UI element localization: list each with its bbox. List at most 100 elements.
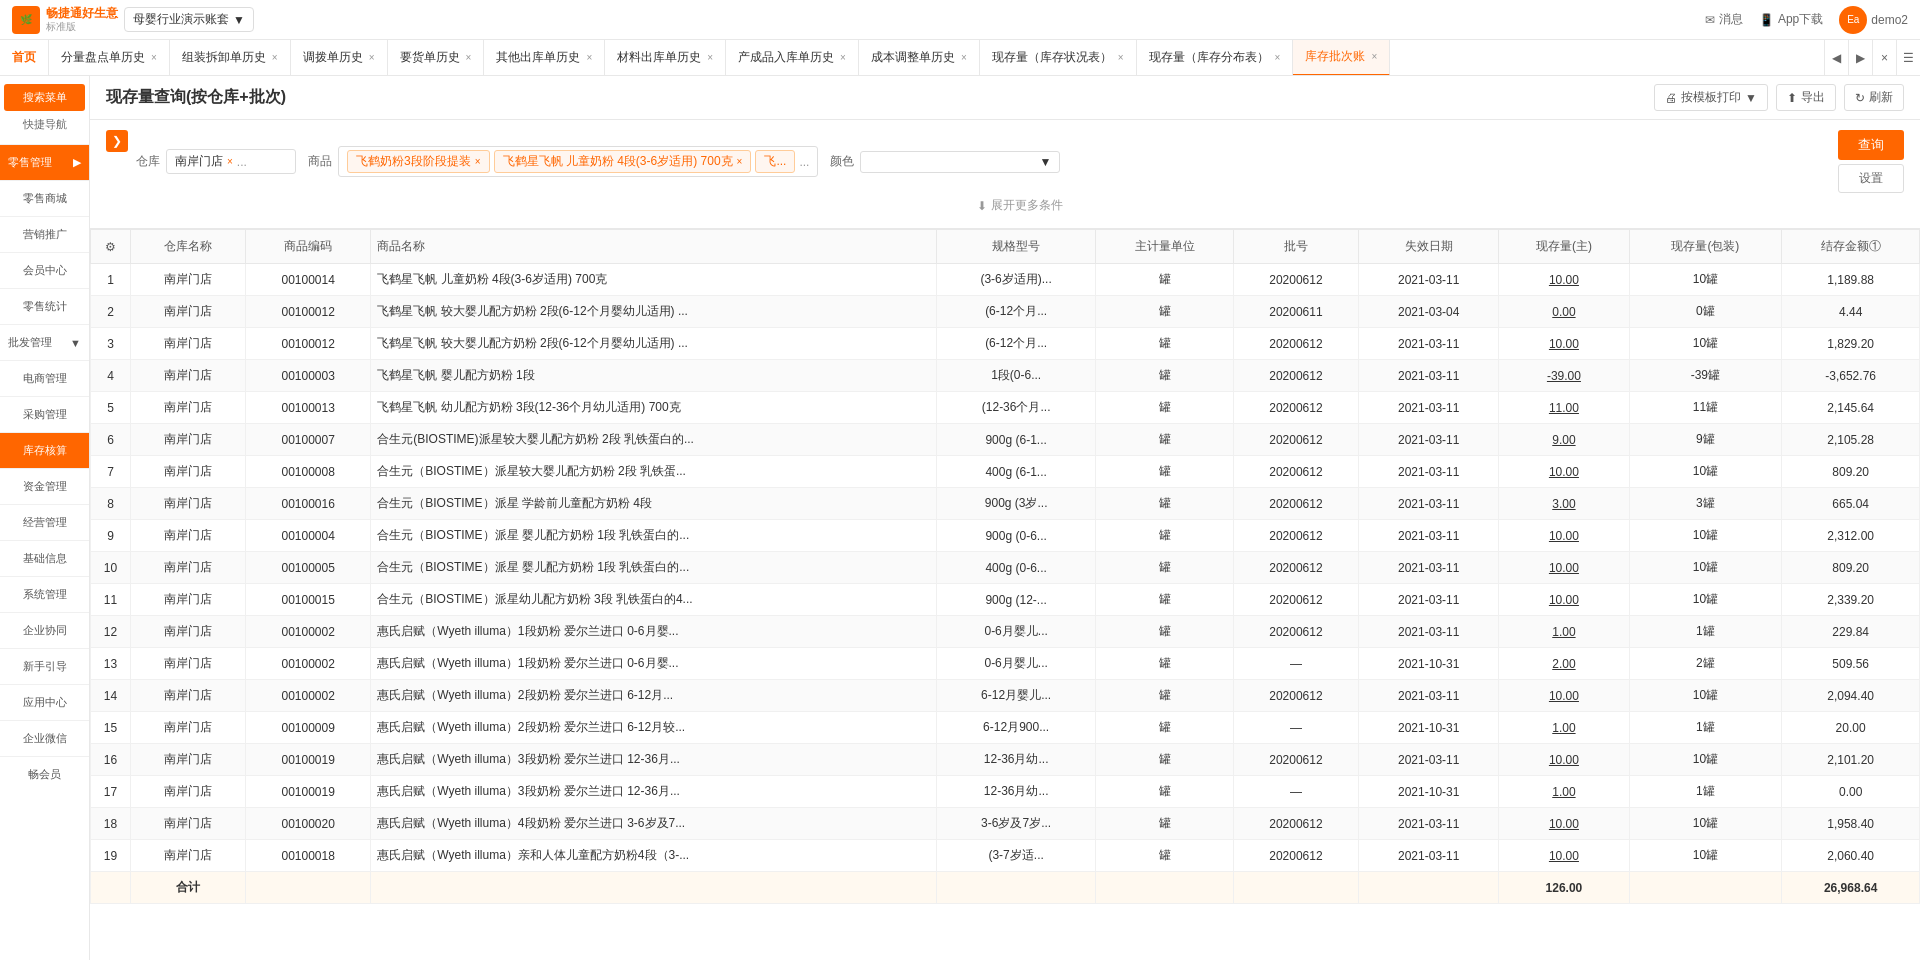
sidebar-item-app-center[interactable]: 应用中心: [0, 684, 89, 720]
row-qty-main[interactable]: 1.00: [1499, 776, 1629, 808]
close-icon[interactable]: ×: [466, 52, 472, 63]
sidebar-item-collab[interactable]: 企业协同: [0, 612, 89, 648]
row-code: 00100015: [246, 584, 371, 616]
row-qty-main[interactable]: 2.00: [1499, 648, 1629, 680]
tab-cai-liao[interactable]: 材料出库单历史 ×: [605, 40, 726, 76]
tab-yao-huo[interactable]: 要货单历史 ×: [388, 40, 485, 76]
sidebar-item-retail-shop[interactable]: 零售商城: [0, 180, 89, 216]
sidebar-item-system[interactable]: 系统管理: [0, 576, 89, 612]
warehouse-ellipsis[interactable]: ...: [237, 155, 247, 169]
sidebar-item-inventory[interactable]: 库存核算: [0, 432, 89, 468]
sidebar-item-corp-wechat[interactable]: 企业微信: [0, 720, 89, 756]
tab-zu-chai[interactable]: 组装拆卸单历史 ×: [170, 40, 291, 76]
sidebar-item-member-prog[interactable]: 畅会员: [0, 756, 89, 792]
row-qty-main[interactable]: 0.00: [1499, 296, 1629, 328]
tab-fen-bu[interactable]: 现存量（库存分布表） ×: [1137, 40, 1294, 76]
row-qty-main[interactable]: 10.00: [1499, 680, 1629, 712]
close-icon[interactable]: ×: [369, 52, 375, 63]
col-settings[interactable]: ⚙: [91, 230, 131, 264]
sidebar-item-retail-mgmt[interactable]: 零售管理 ▶: [0, 144, 89, 180]
row-spec: 1段(0-6...: [937, 360, 1096, 392]
row-name: 惠氏启赋（Wyeth illuma）亲和人体儿童配方奶粉4段（3-...: [371, 840, 937, 872]
remove-product-2-btn[interactable]: ×: [737, 156, 743, 167]
row-code: 00100014: [246, 264, 371, 296]
row-qty-main[interactable]: 10.00: [1499, 520, 1629, 552]
expand-more-btn[interactable]: ⬇ 展开更多条件: [136, 193, 1904, 218]
sidebar-item-finance[interactable]: 资金管理: [0, 468, 89, 504]
tab-ku-zhuang[interactable]: 现存量（库存状况表） ×: [980, 40, 1137, 76]
nav-next-btn[interactable]: ▶: [1848, 40, 1872, 76]
table-container[interactable]: ⚙ 仓库名称 商品编码 商品名称 规格型号 主计量单位 批号 失效日期 现存量(…: [90, 229, 1920, 960]
tab-fen-pan[interactable]: 分量盘点单历史 ×: [49, 40, 170, 76]
close-icon[interactable]: ×: [707, 52, 713, 63]
tab-pi-ci[interactable]: 库存批次账 ×: [1293, 40, 1390, 76]
close-icon[interactable]: ×: [961, 52, 967, 63]
tab-home[interactable]: 首页: [0, 40, 49, 76]
sidebar-item-ops[interactable]: 经营管理: [0, 504, 89, 540]
nav-menu-btn[interactable]: ☰: [1896, 40, 1920, 76]
close-icon[interactable]: ×: [1371, 51, 1377, 62]
sidebar-item-base[interactable]: 基础信息: [0, 540, 89, 576]
row-expire: 2021-03-11: [1359, 456, 1499, 488]
row-qty-main[interactable]: 11.00: [1499, 392, 1629, 424]
row-qty-main[interactable]: 10.00: [1499, 744, 1629, 776]
row-no: 8: [91, 488, 131, 520]
message-btn[interactable]: ✉ 消息: [1705, 11, 1743, 28]
refresh-btn[interactable]: ↻ 刷新: [1844, 84, 1904, 111]
print-btn[interactable]: 🖨 按模板打印 ▼: [1654, 84, 1768, 111]
sidebar-item-newbie[interactable]: 新手引导: [0, 648, 89, 684]
quick-nav-btn[interactable]: 快捷导航: [4, 113, 85, 136]
close-icon[interactable]: ×: [151, 52, 157, 63]
row-amount: 2,312.00: [1782, 520, 1920, 552]
sidebar-item-marketing[interactable]: 营销推广: [0, 216, 89, 252]
logo-icon: 🌿: [12, 6, 40, 34]
search-btn[interactable]: 查询: [1838, 130, 1904, 160]
tab-tiao-bo[interactable]: 调拨单历史 ×: [291, 40, 388, 76]
row-expire: 2021-03-11: [1359, 744, 1499, 776]
row-qty-main[interactable]: 10.00: [1499, 840, 1629, 872]
tab-qi-ta-chu[interactable]: 其他出库单历史 ×: [484, 40, 605, 76]
sidebar-top: 搜索菜单 快捷导航: [0, 76, 89, 144]
app-download-btn[interactable]: 📱 App下载: [1759, 11, 1823, 28]
close-icon[interactable]: ×: [1118, 52, 1124, 63]
row-warehouse: 南岸门店: [131, 296, 246, 328]
setting-btn[interactable]: 设置: [1838, 164, 1904, 193]
sidebar-item-wholesale[interactable]: 批发管理 ▼: [0, 324, 89, 360]
row-qty-main[interactable]: 10.00: [1499, 584, 1629, 616]
row-qty-main[interactable]: 10.00: [1499, 264, 1629, 296]
row-qty-main[interactable]: 10.00: [1499, 456, 1629, 488]
row-qty-main[interactable]: -39.00: [1499, 360, 1629, 392]
close-icon[interactable]: ×: [840, 52, 846, 63]
row-qty-main[interactable]: 9.00: [1499, 424, 1629, 456]
row-qty-main[interactable]: 3.00: [1499, 488, 1629, 520]
toggle-filter-btn[interactable]: ❯: [106, 130, 128, 152]
close-icon[interactable]: ×: [586, 52, 592, 63]
remove-product-1-btn[interactable]: ×: [475, 156, 481, 167]
company-selector[interactable]: 母婴行业演示账套 ▼: [124, 7, 254, 32]
nav-prev-btn[interactable]: ◀: [1824, 40, 1848, 76]
remove-warehouse-btn[interactable]: ×: [227, 156, 233, 167]
row-no: 18: [91, 808, 131, 840]
row-code: 00100016: [246, 488, 371, 520]
row-qty-main[interactable]: 10.00: [1499, 808, 1629, 840]
product-ellipsis[interactable]: ...: [799, 155, 809, 169]
tab-cheng-ben[interactable]: 成本调整单历史 ×: [859, 40, 980, 76]
row-spec: (12-36个月...: [937, 392, 1096, 424]
row-qty-main[interactable]: 10.00: [1499, 552, 1629, 584]
sidebar-item-member[interactable]: 会员中心: [0, 252, 89, 288]
close-icon[interactable]: ×: [1275, 52, 1281, 63]
row-name: 惠氏启赋（Wyeth illuma）1段奶粉 爱尔兰进口 0-6月婴...: [371, 616, 937, 648]
close-icon[interactable]: ×: [272, 52, 278, 63]
tab-chan-pin[interactable]: 产成品入库单历史 ×: [726, 40, 859, 76]
row-qty-main[interactable]: 10.00: [1499, 328, 1629, 360]
search-menu-btn[interactable]: 搜索菜单: [4, 84, 85, 111]
sidebar-item-ecommerce[interactable]: 电商管理: [0, 360, 89, 396]
sidebar-item-retail-stats[interactable]: 零售统计: [0, 288, 89, 324]
nav-close-btn[interactable]: ×: [1872, 40, 1896, 76]
row-qty-main[interactable]: 1.00: [1499, 712, 1629, 744]
col-qty-main: 现存量(主): [1499, 230, 1629, 264]
sidebar-item-purchase[interactable]: 采购管理: [0, 396, 89, 432]
export-btn[interactable]: ⬆ 导出: [1776, 84, 1836, 111]
row-qty-main[interactable]: 1.00: [1499, 616, 1629, 648]
user-area[interactable]: Ea demo2: [1839, 6, 1908, 34]
